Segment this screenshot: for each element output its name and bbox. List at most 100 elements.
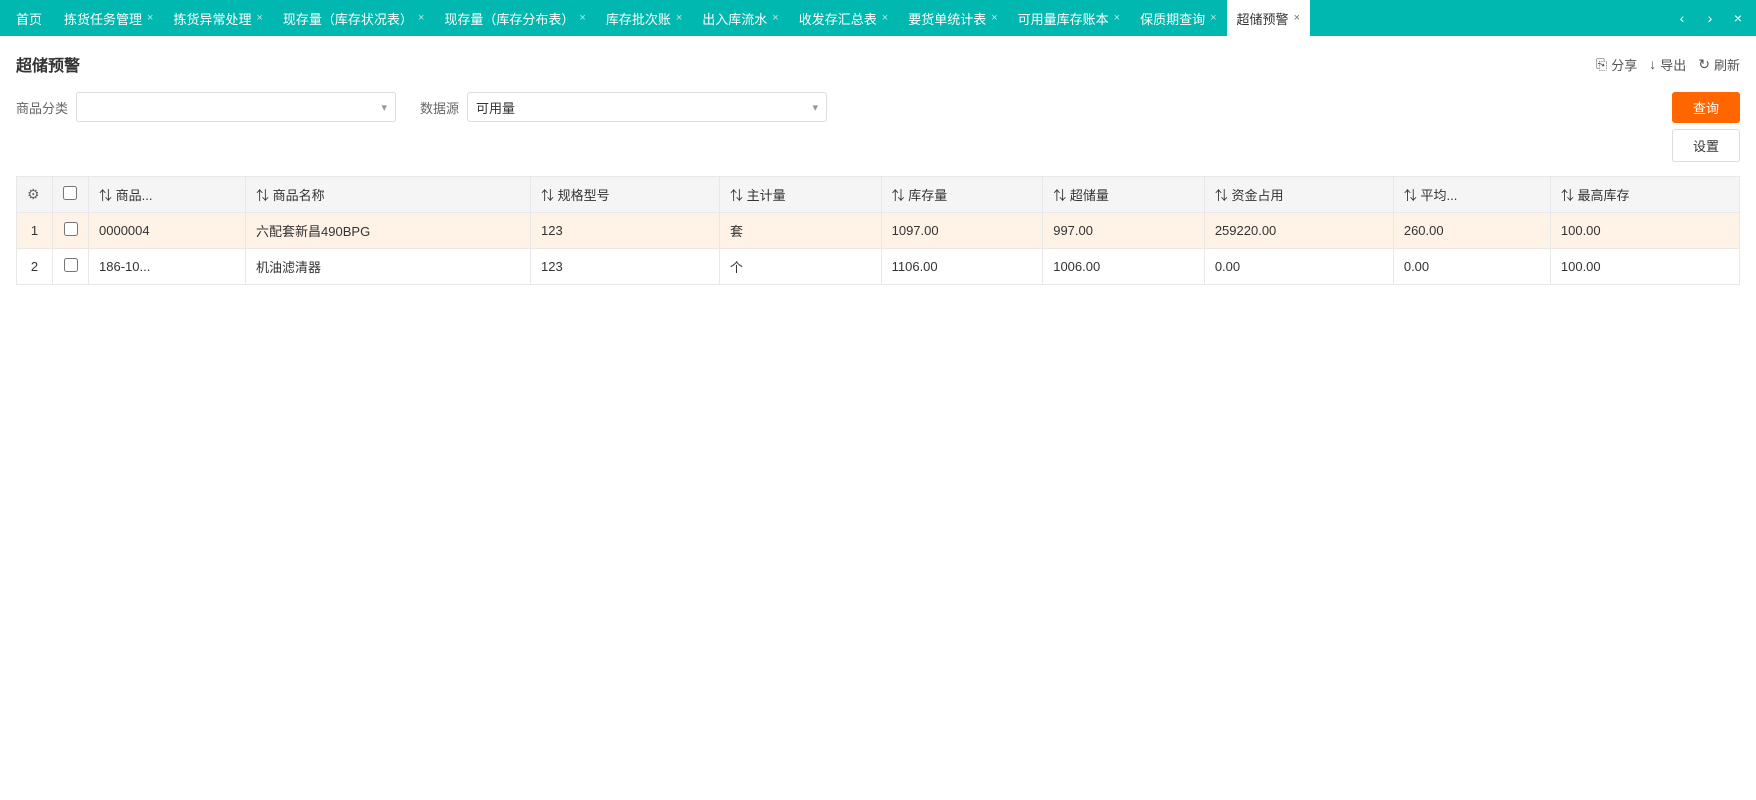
nav-tab-11[interactable]: 超储预警 × xyxy=(1227,0,1310,36)
col-sort-product-code: ⇅ xyxy=(99,188,112,203)
nav-tab-4[interactable]: 现存量（库存分布表） × xyxy=(434,0,595,36)
table-row: 1 0000004 六配套新昌490BPG 123 套 1097.00 997.… xyxy=(17,213,1740,249)
nav-tab-9[interactable]: 可用量库存账本 × xyxy=(1008,0,1130,36)
row-checkbox-1[interactable] xyxy=(53,249,89,285)
col-sort-stock: ⇅ xyxy=(892,188,905,203)
cell-avg-1: 0.00 xyxy=(1393,249,1550,285)
nav-tab-1[interactable]: 拣货任务管理 × xyxy=(54,0,163,36)
category-select[interactable]: ▾ xyxy=(76,92,396,122)
col-header-avg[interactable]: ⇅ 平均... xyxy=(1393,177,1550,213)
cell-unit-1: 个 xyxy=(720,249,882,285)
cell-capital-0: 259220.00 xyxy=(1204,213,1393,249)
cell-max-stock-1: 100.00 xyxy=(1550,249,1739,285)
col-sort-overstock: ⇅ xyxy=(1053,188,1066,203)
close-tab-10[interactable]: × xyxy=(1210,12,1216,24)
datasource-select[interactable]: 可用量 ▾ xyxy=(467,92,827,122)
page-header: 超储预警 ⎘ 分享 ↓ 导出 ↻ 刷新 xyxy=(16,52,1740,76)
close-tab-2[interactable]: × xyxy=(256,12,262,24)
col-sort-max-stock: ⇅ xyxy=(1561,188,1574,203)
nav-tab-8[interactable]: 要货单统计表 × xyxy=(898,0,1007,36)
nav-tab-6[interactable]: 出入库流水 × xyxy=(692,0,788,36)
cell-spec-1: 123 xyxy=(530,249,719,285)
nav-arrow-close[interactable]: × xyxy=(1724,0,1752,36)
action-buttons: 查询 设置 xyxy=(1672,92,1740,162)
col-header-unit[interactable]: ⇅ 主计量 xyxy=(720,177,882,213)
col-sort-spec: ⇅ xyxy=(541,188,554,203)
col-sort-avg: ⇅ xyxy=(1404,188,1417,203)
cell-product-name-0: 六配套新昌490BPG xyxy=(246,213,531,249)
datasource-arrow-icon: ▾ xyxy=(813,101,819,114)
nav-arrow-left[interactable]: ‹ xyxy=(1668,0,1696,36)
cell-max-stock-0: 100.00 xyxy=(1550,213,1739,249)
filter-section: 商品分类 ▾ 数据源 可用量 ▾ 查询 设置 xyxy=(16,92,1740,162)
col-header-product-code[interactable]: ⇅ 商品... xyxy=(89,177,246,213)
close-tab-9[interactable]: × xyxy=(1114,12,1120,24)
col-header-setting[interactable]: ⚙ xyxy=(17,177,53,213)
col-header-checkbox[interactable] xyxy=(53,177,89,213)
close-tab-5[interactable]: × xyxy=(676,12,682,24)
nav-tab-10[interactable]: 保质期查询 × xyxy=(1130,0,1226,36)
cell-unit-0: 套 xyxy=(720,213,882,249)
row-num-1: 2 xyxy=(17,249,53,285)
close-tab-6[interactable]: × xyxy=(772,12,778,24)
nav-arrow-right[interactable]: › xyxy=(1696,0,1724,36)
close-tab-11[interactable]: × xyxy=(1294,12,1300,24)
datasource-value: 可用量 xyxy=(476,98,515,117)
col-sort-capital: ⇅ xyxy=(1215,188,1228,203)
table-row: 2 186-10... 机油滤清器 123 个 1106.00 1006.00 … xyxy=(17,249,1740,285)
row-checkbox-0[interactable] xyxy=(53,213,89,249)
col-header-overstock[interactable]: ⇅ 超储量 xyxy=(1043,177,1205,213)
filters-container: 商品分类 ▾ 数据源 可用量 ▾ xyxy=(16,92,1656,122)
row-select-1[interactable] xyxy=(64,258,78,272)
share-icon: ⎘ xyxy=(1596,56,1607,73)
nav-tab-7[interactable]: 收发存汇总表 × xyxy=(789,0,898,36)
query-button[interactable]: 查询 xyxy=(1672,92,1740,123)
table-header-row: ⚙ ⇅ 商品... ⇅ 商品名称 ⇅ 规格型号 ⇅ xyxy=(17,177,1740,213)
category-arrow-icon: ▾ xyxy=(381,101,387,114)
col-sort-unit: ⇅ xyxy=(730,188,743,203)
refresh-button[interactable]: ↻ 刷新 xyxy=(1698,55,1740,74)
nav-tab-2[interactable]: 拣货异常处理 × xyxy=(163,0,272,36)
category-label: 商品分类 xyxy=(16,98,68,117)
settings-icon[interactable]: ⚙ xyxy=(27,186,40,202)
col-sort-product-name: ⇅ xyxy=(256,188,269,203)
page-content: 超储预警 ⎘ 分享 ↓ 导出 ↻ 刷新 商品分类 ▾ xyxy=(0,36,1756,800)
cell-capital-1: 0.00 xyxy=(1204,249,1393,285)
nav-arrows: ‹ › × xyxy=(1668,0,1752,36)
export-icon: ↓ xyxy=(1649,56,1656,72)
close-tab-3[interactable]: × xyxy=(418,12,424,24)
nav-tab-5[interactable]: 库存批次账 × xyxy=(596,0,692,36)
col-header-spec[interactable]: ⇅ 规格型号 xyxy=(530,177,719,213)
header-actions: ⎘ 分享 ↓ 导出 ↻ 刷新 xyxy=(1596,55,1740,74)
setting-button[interactable]: 设置 xyxy=(1672,129,1740,162)
close-tab-4[interactable]: × xyxy=(579,12,585,24)
row-select-0[interactable] xyxy=(64,222,78,236)
cell-spec-0: 123 xyxy=(530,213,719,249)
close-tab-8[interactable]: × xyxy=(991,12,997,24)
refresh-icon: ↻ xyxy=(1698,56,1710,73)
category-filter-group: 商品分类 ▾ xyxy=(16,92,396,122)
select-all-checkbox[interactable] xyxy=(63,186,77,200)
datasource-filter-group: 数据源 可用量 ▾ xyxy=(420,92,827,122)
nav-home[interactable]: 首页 xyxy=(4,9,54,28)
share-button[interactable]: ⎘ 分享 xyxy=(1596,55,1637,74)
close-tab-1[interactable]: × xyxy=(147,12,153,24)
cell-stock-0: 1097.00 xyxy=(881,213,1043,249)
col-header-max-stock[interactable]: ⇅ 最高库存 xyxy=(1550,177,1739,213)
page-title: 超储预警 xyxy=(16,52,80,76)
row-num-0: 1 xyxy=(17,213,53,249)
cell-avg-0: 260.00 xyxy=(1393,213,1550,249)
datasource-label: 数据源 xyxy=(420,98,459,117)
cell-overstock-1: 1006.00 xyxy=(1043,249,1205,285)
col-header-stock[interactable]: ⇅ 库存量 xyxy=(881,177,1043,213)
nav-tab-3[interactable]: 现存量（库存状况表） × xyxy=(273,0,434,36)
col-header-capital[interactable]: ⇅ 资金占用 xyxy=(1204,177,1393,213)
cell-product-name-1: 机油滤清器 xyxy=(246,249,531,285)
close-tab-7[interactable]: × xyxy=(882,12,888,24)
cell-product-code-0: 0000004 xyxy=(89,213,246,249)
col-header-product-name[interactable]: ⇅ 商品名称 xyxy=(246,177,531,213)
data-table: ⚙ ⇅ 商品... ⇅ 商品名称 ⇅ 规格型号 ⇅ xyxy=(16,176,1740,285)
cell-overstock-0: 997.00 xyxy=(1043,213,1205,249)
export-button[interactable]: ↓ 导出 xyxy=(1649,55,1686,74)
cell-stock-1: 1106.00 xyxy=(881,249,1043,285)
